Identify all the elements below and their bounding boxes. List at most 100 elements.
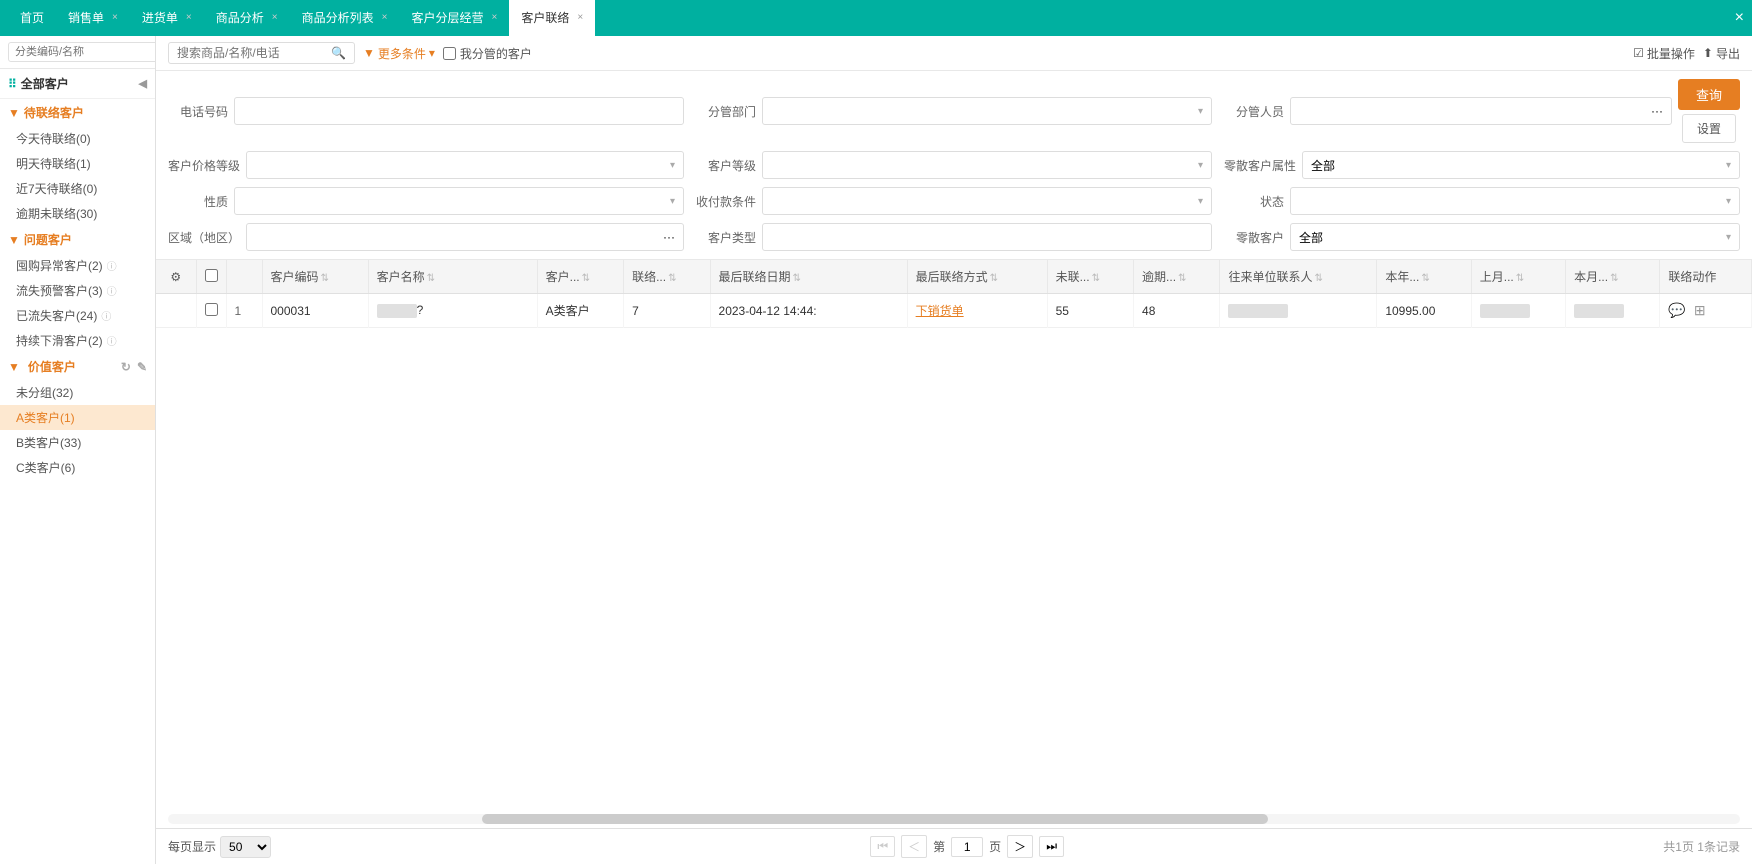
query-button[interactable]: 查询: [1678, 79, 1740, 110]
price-level-field[interactable]: [255, 158, 666, 172]
last-page-button[interactable]: ⏭: [1039, 836, 1064, 857]
table-category-header[interactable]: 客户...⇅: [537, 260, 623, 294]
filter-customer-type-input[interactable]: [762, 223, 1212, 251]
sort-icon: ⇅: [793, 273, 801, 284]
table-cell-action[interactable]: 💬 ⊞: [1660, 294, 1752, 328]
masked-name: [377, 304, 417, 318]
table-cell-checkbox[interactable]: [196, 294, 226, 328]
dept-field[interactable]: [771, 104, 1194, 118]
nav-item-purchase[interactable]: 进货单 ×: [130, 0, 204, 36]
table-last-contact-method-header[interactable]: 最后联络方式⇅: [907, 260, 1047, 294]
sidebar-search-input[interactable]: [8, 42, 156, 62]
customer-type-field[interactable]: [771, 230, 1203, 244]
table-code-header[interactable]: 客户编码⇅: [262, 260, 368, 294]
sidebar-group-value[interactable]: ▼ 价值客户 ↻ ✎: [0, 353, 155, 380]
message-icon[interactable]: 💬: [1668, 302, 1685, 319]
filter-retail-select[interactable]: ▾: [1290, 223, 1740, 251]
table-last-month-header[interactable]: 上月...⇅: [1471, 260, 1565, 294]
table-this-year-header[interactable]: 本年...⇅: [1377, 260, 1471, 294]
refresh-icon[interactable]: ↻: [121, 360, 131, 374]
sidebar-all-customers[interactable]: ⠿ 全部客户 ◀: [0, 69, 155, 99]
customer-level-field[interactable]: [771, 158, 1194, 172]
table-contacts-header[interactable]: 联络...⇅: [624, 260, 710, 294]
phone-field[interactable]: [243, 104, 675, 118]
page-number-input[interactable]: [951, 837, 983, 857]
filter-retail-attr-select[interactable]: ▾: [1302, 151, 1740, 179]
batch-op-button[interactable]: ☑ 批量操作: [1633, 45, 1695, 62]
sidebar-group-pending[interactable]: ▼ 待联络客户: [0, 99, 155, 126]
filter-phone-input[interactable]: [234, 97, 684, 125]
table-checkbox-header[interactable]: [196, 260, 226, 294]
manager-field[interactable]: [1299, 104, 1647, 118]
filter-dept-select[interactable]: ▾: [762, 97, 1212, 125]
nav-item-sales[interactable]: 销售单 ×: [56, 0, 130, 36]
close-icon[interactable]: ×: [112, 0, 118, 36]
nav-item-customer-segment[interactable]: 客户分层经营 ×: [399, 0, 509, 36]
my-customers-checkbox[interactable]: 我分管的客户: [443, 45, 532, 62]
sidebar-item-b-class[interactable]: B类客户(33): [0, 430, 155, 455]
filter-region-input[interactable]: ···: [246, 223, 684, 251]
table-unit-contacts-header[interactable]: 往来单位联系人⇅: [1220, 260, 1377, 294]
scrollbar-thumb[interactable]: [482, 814, 1268, 824]
table-not-contacted-header[interactable]: 未联...⇅: [1047, 260, 1133, 294]
row-checkbox[interactable]: [205, 303, 218, 316]
table-cell-last-method[interactable]: 下销货单: [907, 294, 1047, 328]
filter-manager-input[interactable]: ···: [1290, 97, 1672, 125]
export-button[interactable]: ⬆ 导出: [1703, 45, 1740, 62]
nav-close-all-button[interactable]: ×: [1735, 9, 1744, 27]
sidebar-item-7days[interactable]: 近7天待联络(0): [0, 176, 155, 201]
close-icon[interactable]: ×: [186, 0, 192, 36]
filter-price-level-select[interactable]: ▾: [246, 151, 684, 179]
sidebar-item-churned[interactable]: 已流失客户(24) ⓘ: [0, 303, 155, 328]
payment-field[interactable]: [771, 194, 1194, 208]
filter-customer-level-select[interactable]: ▾: [762, 151, 1212, 179]
table-action-header: 联络动作: [1660, 260, 1752, 294]
prev-page-button[interactable]: ＜: [901, 835, 927, 858]
table-last-contact-date-header[interactable]: 最后联络日期⇅: [710, 260, 907, 294]
table-name-header[interactable]: 客户名称⇅: [368, 260, 537, 294]
retail-attr-field[interactable]: [1311, 158, 1722, 172]
table-settings-header[interactable]: ⚙: [156, 260, 196, 294]
sidebar-item-today[interactable]: 今天待联络(0): [0, 126, 155, 151]
sort-icon: ⇅: [668, 273, 676, 284]
sidebar-item-churn-warning[interactable]: 流失预警客户(3) ⓘ: [0, 278, 155, 303]
region-field[interactable]: [255, 230, 659, 244]
table-overdue-header[interactable]: 逾期...⇅: [1134, 260, 1220, 294]
my-customers-check[interactable]: [443, 47, 456, 60]
extended-filters: 电话号码 分管部门 ▾ 分管人员 ··· 查询: [156, 71, 1752, 260]
more-filters-button[interactable]: ▼ 更多条件 ▾: [363, 45, 435, 62]
sidebar-item-hoarding[interactable]: 囤购异常客户(2) ⓘ: [0, 253, 155, 278]
close-icon[interactable]: ×: [382, 0, 388, 36]
filter-nature-select[interactable]: ▾: [234, 187, 684, 215]
first-page-button[interactable]: ⏮: [870, 836, 895, 857]
filter-search-input[interactable]: [177, 46, 327, 60]
page-size-select[interactable]: 20 50 100: [220, 836, 271, 858]
filter-payment-select[interactable]: ▾: [762, 187, 1212, 215]
next-page-button[interactable]: ＞: [1007, 835, 1033, 858]
sidebar-item-unclassified[interactable]: 未分组(32): [0, 380, 155, 405]
nav-item-analysis[interactable]: 商品分析 ×: [204, 0, 290, 36]
sidebar-item-a-class[interactable]: A类客户(1): [0, 405, 155, 430]
edit-icon[interactable]: ✎: [137, 360, 147, 374]
status-field[interactable]: [1299, 194, 1722, 208]
close-icon[interactable]: ×: [491, 0, 497, 36]
retail-field[interactable]: [1299, 230, 1722, 244]
nav-item-customer-contact[interactable]: 客户联络 ×: [509, 0, 595, 36]
table-this-month-header[interactable]: 本月...⇅: [1566, 260, 1660, 294]
sidebar-item-tomorrow[interactable]: 明天待联络(1): [0, 151, 155, 176]
close-icon[interactable]: ×: [272, 0, 278, 36]
settings-button[interactable]: 设置: [1682, 114, 1736, 143]
search-icon[interactable]: 🔍: [331, 46, 346, 60]
nav-item-home[interactable]: 首页: [8, 0, 56, 36]
sidebar-item-c-class[interactable]: C类客户(6): [0, 455, 155, 480]
sidebar-item-declining[interactable]: 持续下滑客户(2) ⓘ: [0, 328, 155, 353]
sidebar-group-problem[interactable]: ▼ 问题客户: [0, 226, 155, 253]
select-all-checkbox[interactable]: [205, 269, 218, 282]
sidebar-item-overdue[interactable]: 逾期未联络(30): [0, 201, 155, 226]
nav-item-analysis-list[interactable]: 商品分析列表 ×: [290, 0, 400, 36]
close-icon[interactable]: ×: [577, 0, 583, 36]
grid-icon[interactable]: ⊞: [1694, 302, 1706, 319]
filter-status-select[interactable]: ▾: [1290, 187, 1740, 215]
nature-field[interactable]: [243, 194, 666, 208]
horizontal-scrollbar[interactable]: [168, 814, 1740, 824]
